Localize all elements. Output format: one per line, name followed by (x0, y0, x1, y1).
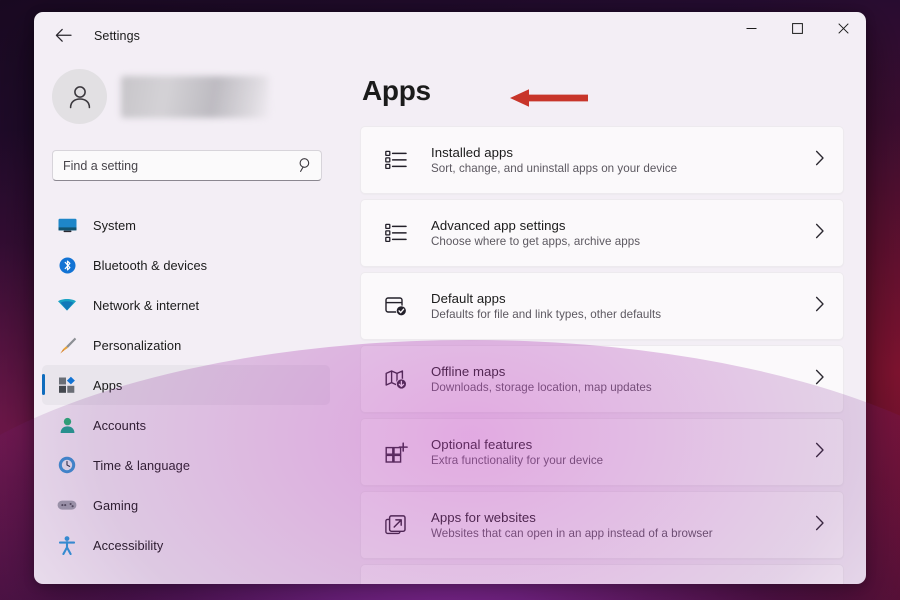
search-input[interactable] (52, 150, 322, 181)
back-button[interactable] (46, 21, 80, 51)
card-subtitle: Websites that can open in an app instead… (431, 527, 713, 540)
search-container (52, 150, 322, 181)
card-title: Installed apps (431, 145, 514, 160)
sidebar-item-personalization[interactable]: Personalization (42, 325, 330, 365)
window-titlebar: Settings (34, 12, 866, 59)
sidebar-item-label: Accessibility (93, 537, 164, 553)
card-text: Advanced app settings Choose where to ge… (431, 218, 807, 248)
card-subtitle: Defaults for file and link types, other … (431, 308, 662, 321)
sidebar-item-label: Bluetooth & devices (93, 257, 208, 273)
card-default-apps[interactable]: Default apps Defaults for file and link … (360, 272, 844, 340)
card-title: Default apps (431, 291, 506, 306)
card-title: Offline maps (431, 364, 506, 379)
accessibility-icon (56, 534, 78, 556)
card-subtitle: Sort, change, and uninstall apps on your… (431, 162, 678, 175)
grid-plus-icon (381, 437, 411, 467)
card-installed-apps[interactable]: Installed apps Sort, change, and uninsta… (360, 126, 844, 194)
sidebar-item-label: Apps (93, 377, 123, 393)
chevron-right-icon (815, 515, 825, 536)
settings-window: Settings Find a setting System Bluetooth… (34, 12, 866, 584)
card-text: Apps for websites Websites that can open… (431, 510, 807, 540)
card-optional-features[interactable]: Optional features Extra functionality fo… (360, 418, 844, 486)
card-title: Advanced app settings (431, 218, 566, 233)
sidebar: System Bluetooth & devices (34, 59, 340, 584)
chevron-right-icon (815, 369, 825, 390)
sidebar-nav: System Bluetooth & devices Network & int… (34, 205, 340, 565)
sidebar-item-accounts[interactable]: Accounts (42, 405, 330, 445)
close-icon (837, 23, 849, 34)
sidebar-item-apps[interactable]: Apps (42, 365, 330, 405)
chevron-right-icon (815, 150, 825, 171)
arrow-left-icon (55, 28, 72, 42)
sidebar-item-network-internet[interactable]: Network & internet (42, 285, 330, 325)
minimize-button[interactable] (728, 12, 774, 45)
card-advanced-app-settings[interactable]: Advanced app settings Choose where to ge… (360, 199, 844, 267)
close-button[interactable] (820, 12, 866, 45)
account-section[interactable] (52, 69, 340, 124)
window-check-icon (381, 291, 411, 321)
minimize-icon (746, 28, 756, 29)
chevron-right-icon (815, 296, 825, 317)
window-title: Settings (94, 28, 140, 43)
sidebar-item-system[interactable]: System (42, 205, 330, 245)
card-offline-maps[interactable]: Offline maps Downloads, storage location… (360, 345, 844, 413)
sidebar-item-label: Personalization (93, 337, 182, 353)
gamepad-icon (56, 494, 78, 516)
monitor-icon (56, 214, 78, 236)
card-subtitle: Choose where to get apps, archive apps (431, 235, 641, 248)
bluetooth-icon (56, 254, 78, 276)
wifi-icon (56, 294, 78, 316)
window-body: System Bluetooth & devices (34, 59, 866, 584)
account-name-wrap (121, 75, 269, 118)
sidebar-item-label: Network & internet (93, 297, 200, 313)
list-bullets-icon (381, 145, 411, 175)
sidebar-item-time-language[interactable]: Time & language (42, 445, 330, 485)
sidebar-item-accessibility[interactable]: Accessibility (42, 525, 330, 565)
sidebar-item-label: Time & language (93, 457, 191, 473)
card-subtitle: Extra functionality for your device (431, 454, 604, 467)
card-text: Installed apps Sort, change, and uninsta… (431, 145, 807, 175)
card-apps-for-websites[interactable]: Apps for websites Websites that can open… (360, 491, 844, 559)
card-text: Default apps Defaults for file and link … (431, 291, 807, 321)
sidebar-item-bluetooth-devices[interactable]: Bluetooth & devices (42, 245, 330, 285)
list-bullets-icon (381, 218, 411, 248)
card-text: Offline maps Downloads, storage location… (431, 364, 807, 394)
clock-icon (56, 454, 78, 476)
card-text: Optional features Extra functionality fo… (431, 437, 807, 467)
card-next-partial[interactable] (360, 564, 844, 584)
page-title: Apps (362, 75, 431, 106)
apps-icon (56, 374, 78, 396)
maximize-icon (791, 23, 803, 34)
account-name-redacted (121, 75, 269, 118)
maximize-button[interactable] (774, 12, 820, 45)
open-external-icon (381, 510, 411, 540)
avatar (52, 69, 107, 124)
sidebar-item-label: Accounts (93, 417, 147, 433)
card-title: Optional features (431, 437, 533, 452)
person-avatar-icon (69, 85, 90, 108)
main-content: Apps Installed apps Sort, change, and un… (340, 59, 866, 584)
chevron-right-icon (815, 442, 825, 463)
desktop-wallpaper: Settings Find a setting System Bluetooth… (0, 0, 900, 600)
sidebar-item-label: System (93, 217, 136, 233)
card-title: Apps for websites (431, 510, 536, 525)
sidebar-item-label: Gaming (93, 497, 139, 513)
paintbrush-icon (56, 334, 78, 356)
window-controls (728, 12, 866, 59)
person-icon (56, 414, 78, 436)
map-download-icon (381, 364, 411, 394)
sidebar-item-gaming[interactable]: Gaming (42, 485, 330, 525)
settings-card-list: Installed apps Sort, change, and uninsta… (360, 126, 844, 584)
chevron-right-icon (815, 223, 825, 244)
card-subtitle: Downloads, storage location, map updates (431, 381, 652, 394)
